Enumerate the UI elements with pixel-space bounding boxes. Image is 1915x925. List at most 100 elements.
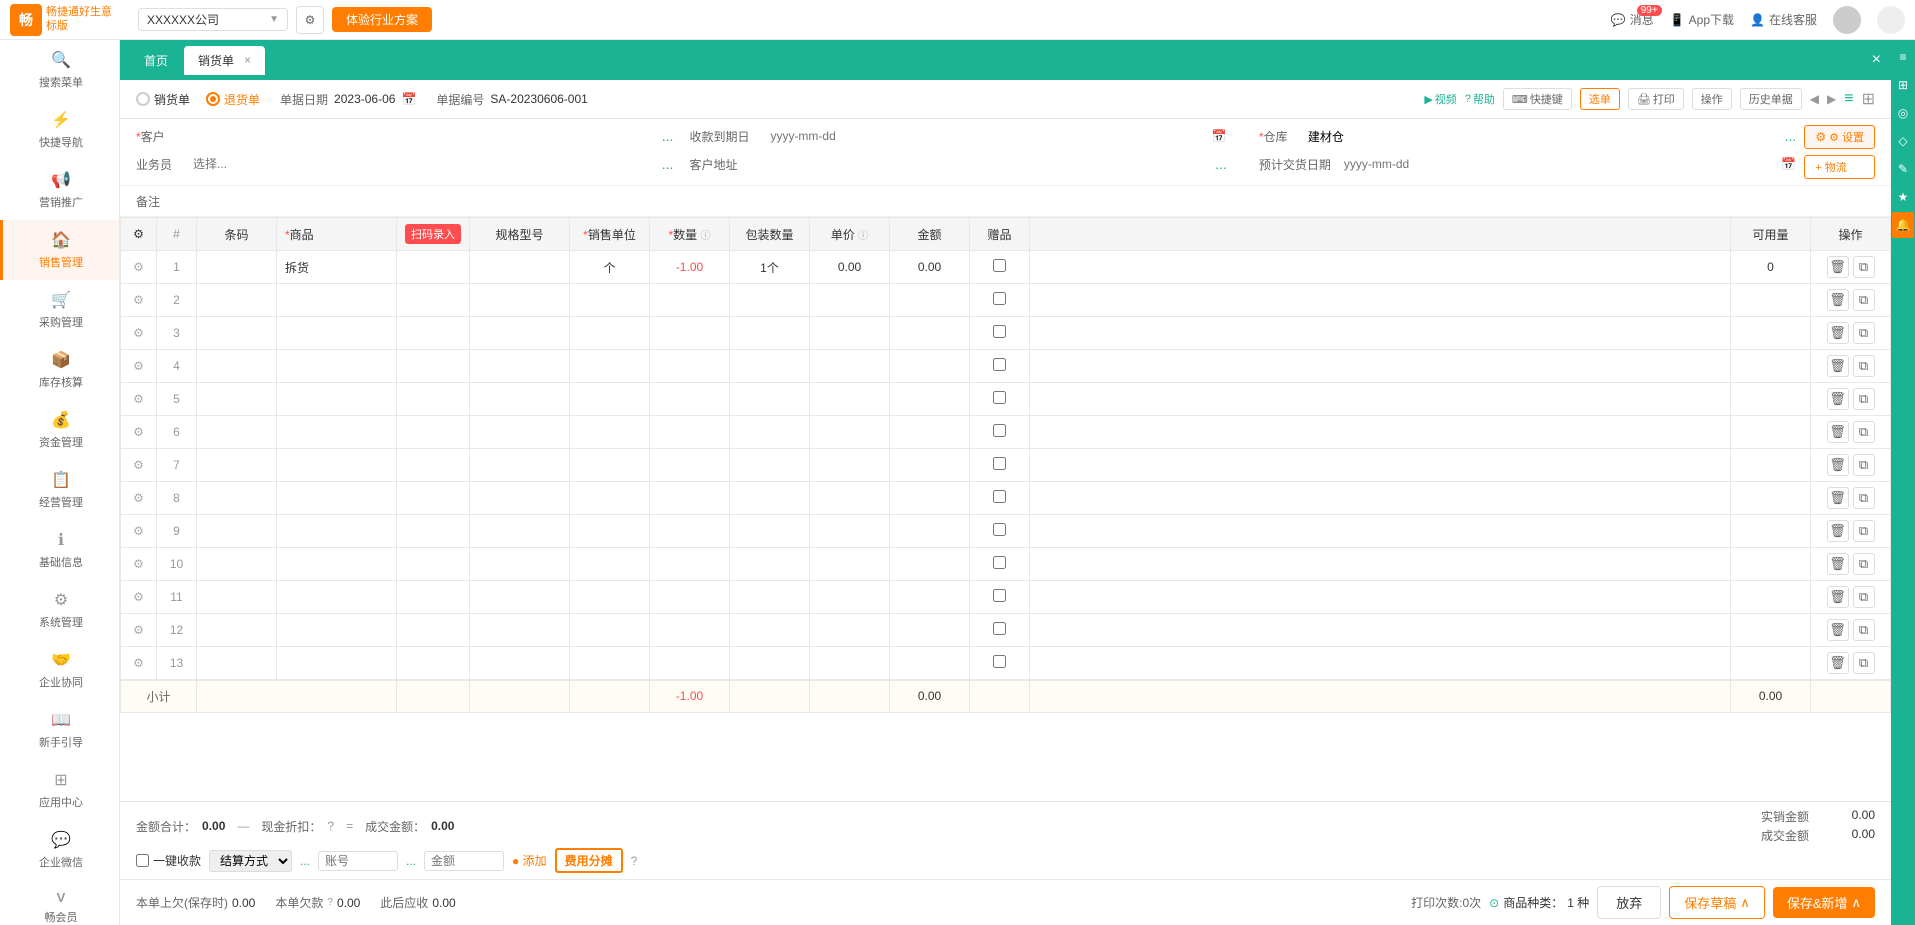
row-gift-checkbox-2[interactable] xyxy=(993,325,1006,338)
sidebar-item-management[interactable]: 📋 经营管理 xyxy=(0,460,119,520)
view-grid-icon[interactable]: ⊞ xyxy=(1862,89,1875,109)
row-barcode-2[interactable] xyxy=(197,317,277,350)
row-barcode-6[interactable] xyxy=(197,449,277,482)
sidebar-item-search[interactable]: 🔍 搜索菜单 xyxy=(0,40,119,100)
product-type-radio-icon[interactable]: ⊙ xyxy=(1489,896,1499,910)
warehouse-dots[interactable]: ... xyxy=(1785,128,1797,144)
row-pkgqty-5[interactable] xyxy=(730,416,810,449)
row-price-6[interactable] xyxy=(810,449,890,482)
scan-button[interactable]: 扫码录入 xyxy=(405,224,461,244)
view-list-icon[interactable]: ≡ xyxy=(1844,90,1853,108)
row-pkgqty-12[interactable] xyxy=(730,647,810,681)
row-product-8[interactable] xyxy=(277,515,397,548)
rs-btn-1[interactable]: ≡ xyxy=(1892,44,1914,70)
row-pkgqty-11[interactable] xyxy=(730,614,810,647)
row-gift-8[interactable] xyxy=(970,515,1030,548)
expected-date-calendar-icon[interactable]: 📅 xyxy=(1781,157,1796,171)
company-selector[interactable]: XXXXXX公司 ▼ xyxy=(138,8,288,31)
row-amount-4[interactable] xyxy=(890,383,970,416)
select-order-button[interactable]: 选单 xyxy=(1580,88,1620,110)
row-price-7[interactable] xyxy=(810,482,890,515)
row-amount-5[interactable] xyxy=(890,416,970,449)
row-product-2[interactable] xyxy=(277,317,397,350)
row-unit-9[interactable] xyxy=(570,548,650,581)
row-unit-7[interactable] xyxy=(570,482,650,515)
row-delete-btn-7[interactable]: 🗑 xyxy=(1827,487,1849,509)
row-amount-2[interactable] xyxy=(890,317,970,350)
row-spec-4[interactable] xyxy=(470,383,570,416)
row-unit-1[interactable] xyxy=(570,284,650,317)
tab-sales-order[interactable]: 销货单 × xyxy=(184,46,265,75)
row-barcode-10[interactable] xyxy=(197,581,277,614)
row-product-12[interactable] xyxy=(277,647,397,681)
account-dots[interactable]: ... xyxy=(406,854,416,868)
row-copy-btn-8[interactable]: ⧉ xyxy=(1853,520,1875,542)
customer-dots[interactable]: ... xyxy=(662,128,674,144)
row-gift-9[interactable] xyxy=(970,548,1030,581)
payment-method-select[interactable]: 结算方式 xyxy=(209,850,292,872)
row-product-1[interactable] xyxy=(277,284,397,317)
row-settings-9[interactable]: ⚙ xyxy=(121,548,157,581)
row-price-10[interactable] xyxy=(810,581,890,614)
row-qty-7[interactable] xyxy=(650,482,730,515)
row-copy-btn-2[interactable]: ⧉ xyxy=(1853,322,1875,344)
row-settings-2[interactable]: ⚙ xyxy=(121,317,157,350)
row-qty-0[interactable]: -1.00 xyxy=(650,251,730,284)
video-link[interactable]: ▶ 视频 xyxy=(1424,91,1456,107)
row-barcode-9[interactable] xyxy=(197,548,277,581)
row-unit-8[interactable] xyxy=(570,515,650,548)
row-gift-checkbox-6[interactable] xyxy=(993,457,1006,470)
row-unit-11[interactable] xyxy=(570,614,650,647)
app-download-group[interactable]: 📱 App下载 xyxy=(1670,11,1734,28)
row-unit-2[interactable] xyxy=(570,317,650,350)
row-settings-1[interactable]: ⚙ xyxy=(121,284,157,317)
row-gift-checkbox-3[interactable] xyxy=(993,358,1006,371)
row-gift-4[interactable] xyxy=(970,383,1030,416)
row-gift-checkbox-11[interactable] xyxy=(993,622,1006,635)
row-spec-11[interactable] xyxy=(470,614,570,647)
row-gift-checkbox-4[interactable] xyxy=(993,391,1006,404)
row-gift-11[interactable] xyxy=(970,614,1030,647)
nav-prev-icon[interactable]: ◀ xyxy=(1810,92,1819,106)
row-gift-1[interactable] xyxy=(970,284,1030,317)
row-qty-12[interactable] xyxy=(650,647,730,681)
nav-next-icon[interactable]: ▶ xyxy=(1827,92,1836,106)
row-delete-btn-8[interactable]: 🗑 xyxy=(1827,520,1849,542)
row-settings-11[interactable]: ⚙ xyxy=(121,614,157,647)
row-copy-btn-11[interactable]: ⧉ xyxy=(1853,619,1875,641)
row-qty-10[interactable] xyxy=(650,581,730,614)
row-amount-9[interactable] xyxy=(890,548,970,581)
row-amount-11[interactable] xyxy=(890,614,970,647)
row-copy-btn-9[interactable]: ⧉ xyxy=(1853,553,1875,575)
row-gift-checkbox-10[interactable] xyxy=(993,589,1006,602)
row-spec-6[interactable] xyxy=(470,449,570,482)
row-unit-4[interactable] xyxy=(570,383,650,416)
row-copy-btn-6[interactable]: ⧉ xyxy=(1853,454,1875,476)
row-spec-10[interactable] xyxy=(470,581,570,614)
row-barcode-1[interactable] xyxy=(197,284,277,317)
row-copy-btn-0[interactable]: ⧉ xyxy=(1853,256,1875,278)
row-product-9[interactable] xyxy=(277,548,397,581)
settings-icon[interactable]: ⚙ xyxy=(296,6,324,34)
tab-close-button[interactable]: × xyxy=(244,53,251,67)
row-copy-btn-1[interactable]: ⧉ xyxy=(1853,289,1875,311)
row-product-7[interactable] xyxy=(277,482,397,515)
row-spec-9[interactable] xyxy=(470,548,570,581)
row-product-0[interactable]: 拆货 xyxy=(277,251,397,284)
row-qty-3[interactable] xyxy=(650,350,730,383)
abandon-button[interactable]: 放弃 xyxy=(1597,886,1661,919)
sidebar-item-appcenter[interactable]: ⊞ 应用中心 xyxy=(0,760,119,820)
row-spec-2[interactable] xyxy=(470,317,570,350)
row-price-4[interactable] xyxy=(810,383,890,416)
row-pkgqty-6[interactable] xyxy=(730,449,810,482)
row-spec-7[interactable] xyxy=(470,482,570,515)
row-product-3[interactable] xyxy=(277,350,397,383)
account-input[interactable] xyxy=(318,851,398,871)
sidebar-item-shortcut[interactable]: ⚡ 快捷导航 xyxy=(0,100,119,160)
row-delete-btn-10[interactable]: 🗑 xyxy=(1827,586,1849,608)
row-copy-btn-4[interactable]: ⧉ xyxy=(1853,388,1875,410)
date-calendar-icon[interactable]: 📅 xyxy=(401,92,416,106)
sidebar-item-member[interactable]: V 畅会员 xyxy=(0,880,119,925)
sidebar-item-marketing[interactable]: 📢 营销推广 xyxy=(0,160,119,220)
rs-btn-7[interactable]: 🔔 xyxy=(1892,212,1914,238)
